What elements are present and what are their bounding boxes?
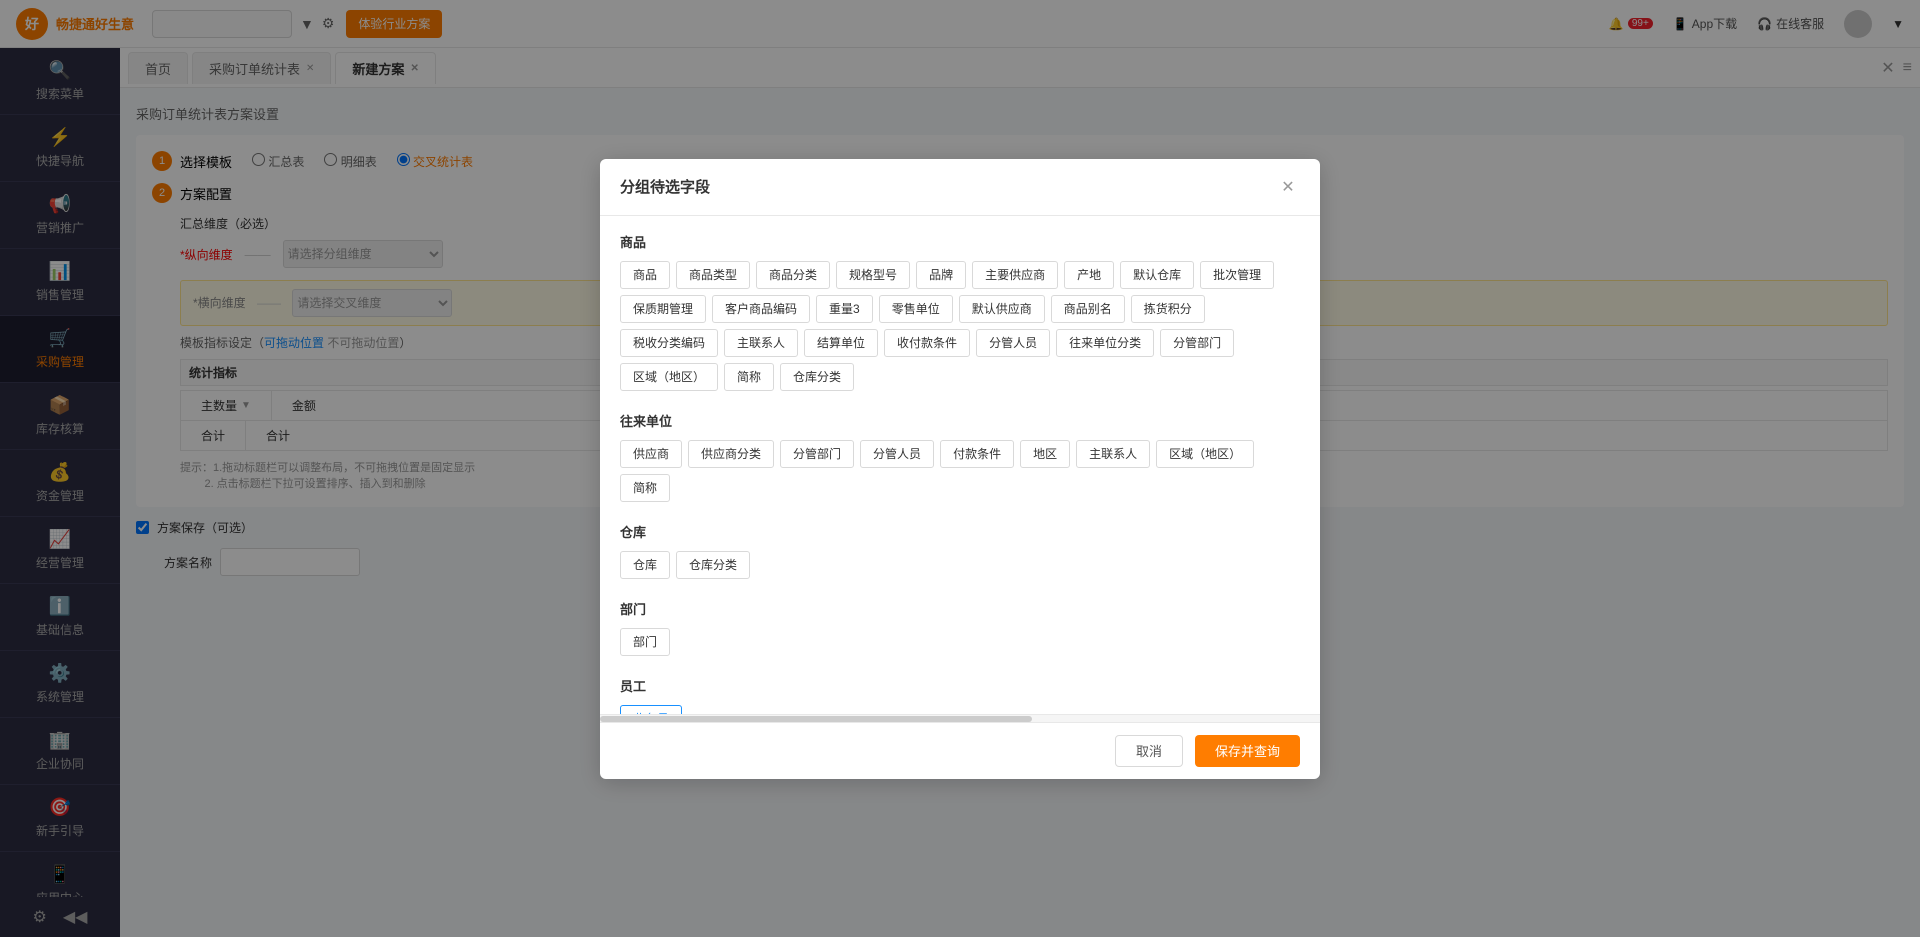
tag-product-category[interactable]: 商品分类 <box>756 261 830 289</box>
tag-pick-points[interactable]: 拣货积分 <box>1131 295 1205 323</box>
tag-dept-partner[interactable]: 分管部门 <box>780 440 854 468</box>
tag-origin[interactable]: 产地 <box>1064 261 1114 289</box>
tag-default-warehouse[interactable]: 默认仓库 <box>1120 261 1194 289</box>
tag-short-name[interactable]: 简称 <box>724 363 774 391</box>
modal-body[interactable]: 商品 商品 商品类型 商品分类 规格型号 品牌 主要供应商 产地 默认仓库 批次… <box>600 216 1320 714</box>
section-warehouse-title: 仓库 <box>620 522 1300 541</box>
modal-title: 分组待选字段 <box>620 176 710 197</box>
tag-area[interactable]: 地区 <box>1020 440 1070 468</box>
tag-brand[interactable]: 品牌 <box>916 261 966 289</box>
tag-customer-code[interactable]: 客户商品编码 <box>712 295 810 323</box>
tag-supplier-category[interactable]: 供应商分类 <box>688 440 774 468</box>
tag-settlement-unit[interactable]: 结算单位 <box>804 329 878 357</box>
section-partner-tags: 供应商 供应商分类 分管部门 分管人员 付款条件 地区 主联系人 区域（地区） … <box>620 440 1300 502</box>
tag-payment-terms[interactable]: 收付款条件 <box>884 329 970 357</box>
tag-expiry-mgmt[interactable]: 保质期管理 <box>620 295 706 323</box>
tag-product[interactable]: 商品 <box>620 261 670 289</box>
modal-confirm-btn[interactable]: 保存并查询 <box>1195 735 1300 767</box>
tag-main-contact[interactable]: 主联系人 <box>724 329 798 357</box>
tag-salesperson[interactable]: 业务员 <box>620 705 682 714</box>
section-staff-tags: 业务员 <box>620 705 1300 714</box>
tag-retail-unit[interactable]: 零售单位 <box>879 295 953 323</box>
tag-weight3[interactable]: 重量3 <box>816 295 873 323</box>
tag-dept[interactable]: 分管部门 <box>1160 329 1234 357</box>
tag-manager[interactable]: 分管人员 <box>976 329 1050 357</box>
tag-partner-category[interactable]: 往来单位分类 <box>1056 329 1154 357</box>
tag-region-product[interactable]: 区域（地区） <box>620 363 718 391</box>
tag-batch-mgmt[interactable]: 批次管理 <box>1200 261 1274 289</box>
tag-short-name-partner[interactable]: 简称 <box>620 474 670 502</box>
tag-warehouse-cat[interactable]: 仓库分类 <box>676 551 750 579</box>
section-partner-title: 往来单位 <box>620 411 1300 430</box>
tag-main-supplier[interactable]: 主要供应商 <box>972 261 1058 289</box>
section-partner: 往来单位 供应商 供应商分类 分管部门 分管人员 付款条件 地区 主联系人 区域… <box>620 411 1300 502</box>
tag-region-partner[interactable]: 区域（地区） <box>1156 440 1254 468</box>
section-product-title: 商品 <box>620 232 1300 251</box>
section-product: 商品 商品 商品类型 商品分类 规格型号 品牌 主要供应商 产地 默认仓库 批次… <box>620 232 1300 391</box>
tag-department[interactable]: 部门 <box>620 628 670 656</box>
tag-product-type[interactable]: 商品类型 <box>676 261 750 289</box>
section-staff: 员工 业务员 <box>620 676 1300 714</box>
tag-default-supplier[interactable]: 默认供应商 <box>959 295 1045 323</box>
modal-header: 分组待选字段 ✕ <box>600 159 1320 216</box>
section-warehouse: 仓库 仓库 仓库分类 <box>620 522 1300 579</box>
tag-product-alias[interactable]: 商品别名 <box>1051 295 1125 323</box>
modal-footer: 取消 保存并查询 <box>600 722 1320 779</box>
tag-tax-code[interactable]: 税收分类编码 <box>620 329 718 357</box>
section-staff-title: 员工 <box>620 676 1300 695</box>
modal-hscroll[interactable] <box>600 714 1320 722</box>
section-warehouse-tags: 仓库 仓库分类 <box>620 551 1300 579</box>
tag-spec-model[interactable]: 规格型号 <box>836 261 910 289</box>
modal-hscroll-thumb <box>600 716 1032 722</box>
tag-warehouse[interactable]: 仓库 <box>620 551 670 579</box>
section-department-tags: 部门 <box>620 628 1300 656</box>
modal-cancel-btn[interactable]: 取消 <box>1115 735 1183 767</box>
tag-supplier[interactable]: 供应商 <box>620 440 682 468</box>
tag-staff-partner[interactable]: 分管人员 <box>860 440 934 468</box>
tag-main-contact-partner[interactable]: 主联系人 <box>1076 440 1150 468</box>
section-department-title: 部门 <box>620 599 1300 618</box>
tag-payment-cond[interactable]: 付款条件 <box>940 440 1014 468</box>
field-select-modal: 分组待选字段 ✕ 商品 商品 商品类型 商品分类 规格型号 品牌 主要供应商 产… <box>600 159 1320 779</box>
section-product-tags: 商品 商品类型 商品分类 规格型号 品牌 主要供应商 产地 默认仓库 批次管理 … <box>620 261 1300 391</box>
section-department: 部门 部门 <box>620 599 1300 656</box>
modal-close-btn[interactable]: ✕ <box>1276 175 1300 199</box>
tag-warehouse-category[interactable]: 仓库分类 <box>780 363 854 391</box>
